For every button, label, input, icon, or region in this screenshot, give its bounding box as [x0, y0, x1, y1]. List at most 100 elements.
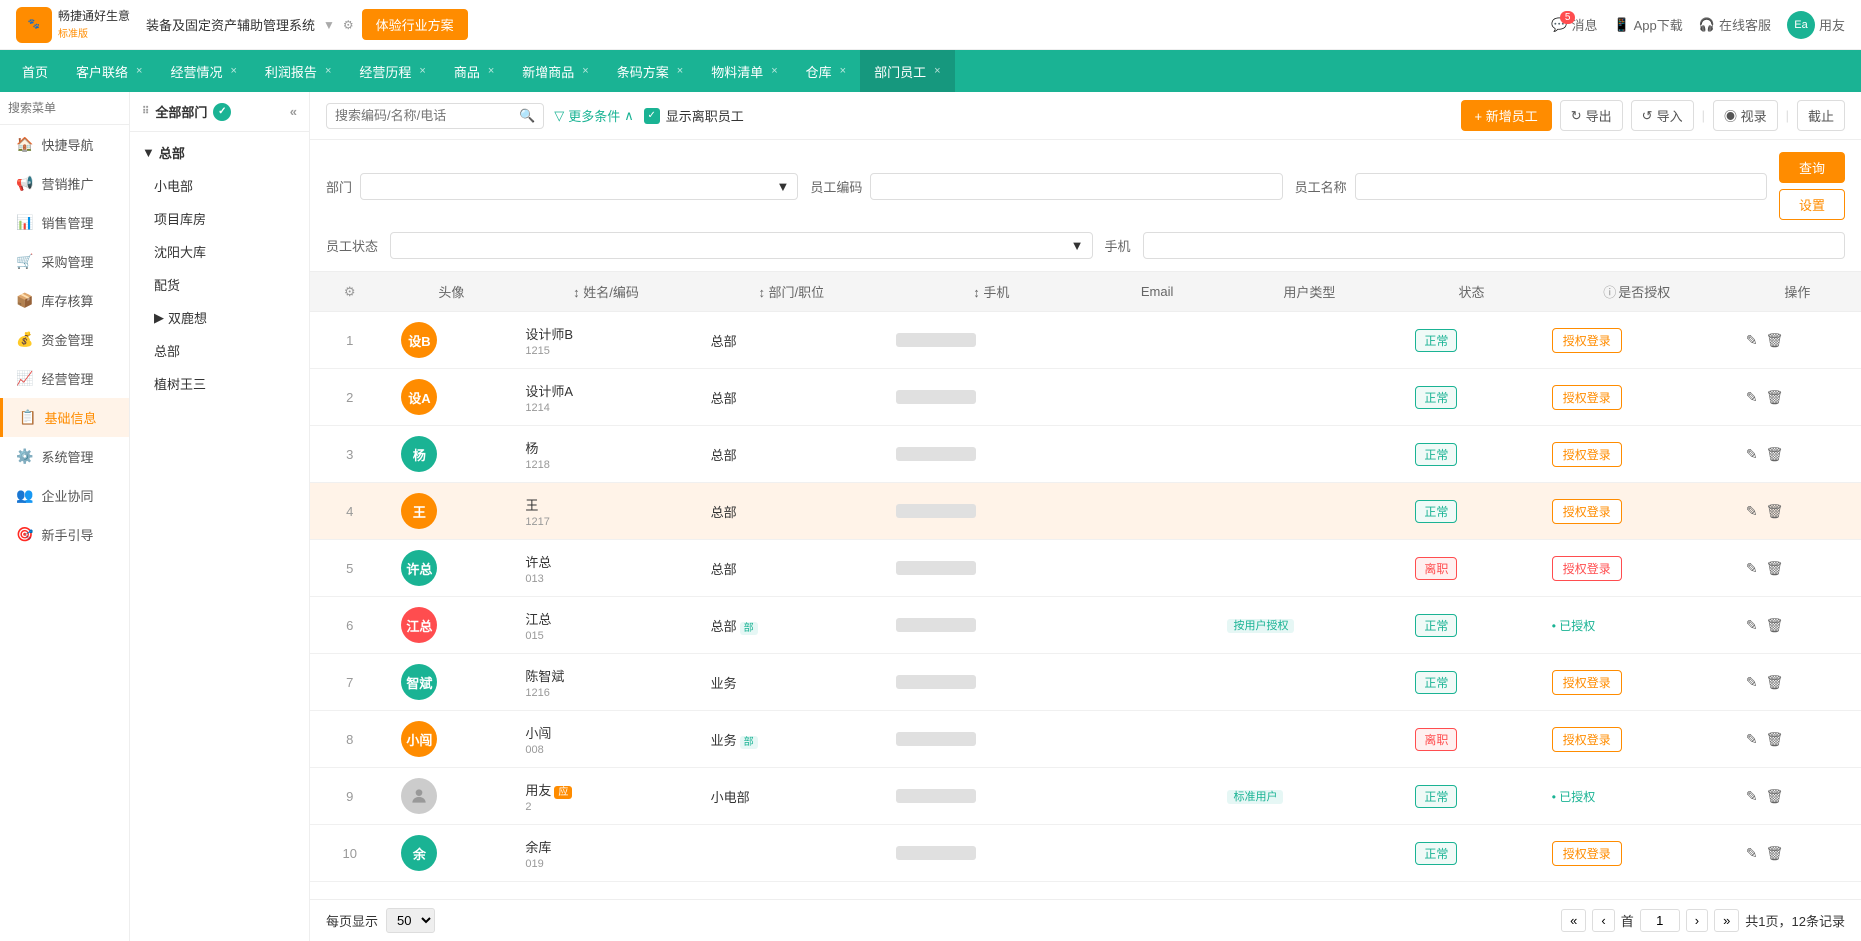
dept-item-delivery[interactable]: 配货 — [130, 268, 309, 301]
delete-icon[interactable]: 🗑 — [1766, 674, 1784, 691]
app-download-btn[interactable]: 📱 App下载 — [1613, 15, 1682, 34]
finance-icon: 💰 — [16, 331, 33, 348]
more-btn[interactable]: 截止 — [1797, 100, 1845, 131]
delete-icon[interactable]: 🗑 — [1766, 731, 1784, 748]
add-employee-btn[interactable]: + 新增员工 — [1461, 100, 1552, 131]
delete-icon[interactable]: 🗑 — [1766, 332, 1784, 349]
status-select[interactable]: ▼ — [390, 232, 1092, 259]
col-actions: 操作 — [1734, 272, 1861, 312]
delete-icon[interactable]: 🗑 — [1766, 845, 1784, 862]
view-btn[interactable]: ◉ 视录 — [1713, 100, 1778, 131]
cell-dept: 业务 — [699, 654, 884, 711]
set-btn[interactable]: 设置 — [1779, 189, 1845, 220]
edit-icon[interactable]: ✎ — [1746, 446, 1758, 463]
per-page-select[interactable]: 50 — [386, 908, 435, 933]
sidebar-item-basic[interactable]: 📋 基础信息 — [0, 398, 129, 437]
delete-icon[interactable]: 🗑 — [1766, 617, 1784, 634]
sidebar-item-collab[interactable]: 👥 企业协同 — [0, 476, 129, 515]
delete-icon[interactable]: 🗑 — [1766, 560, 1784, 577]
prev-page-btn[interactable]: ‹ — [1592, 909, 1614, 932]
more-filter-btn[interactable]: ▽ 更多条件 ∧ — [554, 106, 634, 125]
next-page-btn[interactable]: › — [1686, 909, 1708, 932]
edit-icon[interactable]: ✎ — [1746, 503, 1758, 520]
search-wrap[interactable]: 🔍 — [326, 103, 544, 129]
sidebar-search[interactable]: 🔍 — [0, 92, 129, 125]
search-input[interactable] — [335, 108, 515, 123]
dept-item-shenyang[interactable]: 沈阳大库 — [130, 235, 309, 268]
user-type: 标准用户 — [1227, 790, 1283, 804]
edit-icon[interactable]: ✎ — [1746, 845, 1758, 862]
tab-operation[interactable]: 经营情况 × — [156, 50, 250, 92]
edit-icon[interactable]: ✎ — [1746, 674, 1758, 691]
tab-goods[interactable]: 商品 × — [440, 50, 508, 92]
dept-item-project[interactable]: 项目库房 — [130, 202, 309, 235]
show-resigned-toggle[interactable]: ✓ 显示离职员工 — [644, 106, 744, 125]
resigned-checkbox[interactable]: ✓ — [644, 108, 660, 124]
sidebar-item-marketing[interactable]: 📢 营销推广 — [0, 164, 129, 203]
last-page-btn[interactable]: » — [1714, 909, 1739, 932]
edit-icon[interactable]: ✎ — [1746, 560, 1758, 577]
delete-icon[interactable]: 🗑 — [1766, 788, 1784, 805]
dept-item-xiaodian[interactable]: 小电部 — [130, 169, 309, 202]
user-btn[interactable]: Ea 用友 — [1787, 11, 1845, 39]
cell-phone — [884, 711, 1099, 768]
sidebar-item-management[interactable]: 📈 经营管理 — [0, 359, 129, 398]
tab-warehouse[interactable]: 仓库 × — [792, 50, 860, 92]
dept-item-root[interactable]: ▼ 总部 — [130, 136, 309, 169]
empname-input[interactable] — [1355, 173, 1767, 200]
page-input[interactable] — [1640, 909, 1680, 932]
online-service-btn[interactable]: 🎧 在线客服 — [1699, 15, 1771, 34]
sidebar-item-guide[interactable]: 🎯 新手引导 — [0, 515, 129, 554]
tab-barcode[interactable]: 条码方案 × — [603, 50, 697, 92]
sidebar-item-sales[interactable]: 📊 销售管理 — [0, 203, 129, 242]
tab-home[interactable]: 首页 — [8, 50, 62, 92]
sidebar-item-system[interactable]: ⚙️ 系统管理 — [0, 437, 129, 476]
edit-icon[interactable]: ✎ — [1746, 788, 1758, 805]
collapse-btn[interactable]: « — [290, 104, 297, 119]
delete-icon[interactable]: 🗑 — [1766, 503, 1784, 520]
first-page-btn[interactable]: « — [1561, 909, 1586, 932]
trial-btn[interactable]: 体验行业方案 — [362, 9, 468, 40]
employee-table: ⚙ 头像 ↕ 姓名/编码 ↕ 部门/职位 ↕ 手机 Email 用户类型 — [310, 272, 1861, 882]
import-btn[interactable]: ↺ 导入 — [1631, 100, 1694, 131]
gear-icon[interactable]: ⚙ — [343, 18, 354, 32]
message-btn[interactable]: 💬 5 消息 — [1551, 15, 1597, 34]
dept-item-zongbu[interactable]: 总部 — [130, 334, 309, 367]
tab-bom[interactable]: 物料清单 × — [697, 50, 791, 92]
auth-btn[interactable]: 授权登录 — [1552, 499, 1622, 524]
auth-btn[interactable]: 授权登录 — [1552, 556, 1622, 581]
sidebar-item-finance[interactable]: 💰 资金管理 — [0, 320, 129, 359]
cell-phone — [884, 312, 1099, 369]
edit-icon[interactable]: ✎ — [1746, 617, 1758, 634]
sidebar-item-purchase[interactable]: 🛒 采购管理 — [0, 242, 129, 281]
auth-btn[interactable]: 授权登录 — [1552, 442, 1622, 467]
auth-btn[interactable]: 授权登录 — [1552, 841, 1622, 866]
auth-btn[interactable]: 授权登录 — [1552, 670, 1622, 695]
tab-customer[interactable]: 客户联络 × — [62, 50, 156, 92]
sidebar-search-input[interactable] — [8, 101, 130, 115]
dept-item-plant[interactable]: 植树王三 — [130, 367, 309, 400]
empcode-input[interactable] — [870, 173, 1282, 200]
edit-icon[interactable]: ✎ — [1746, 731, 1758, 748]
sidebar-item-quick-nav[interactable]: 🏠 快捷导航 — [0, 125, 129, 164]
edit-icon[interactable]: ✎ — [1746, 332, 1758, 349]
query-btn[interactable]: 查询 — [1779, 152, 1845, 183]
delete-icon[interactable]: 🗑 — [1766, 389, 1784, 406]
export-btn[interactable]: ↻ 导出 — [1560, 100, 1623, 131]
tab-new-goods[interactable]: 新增商品 × — [508, 50, 602, 92]
cell-name: 江总 015 — [513, 597, 698, 654]
auth-btn[interactable]: 授权登录 — [1552, 385, 1622, 410]
auth-btn[interactable]: 授权登录 — [1552, 328, 1622, 353]
sidebar-item-inventory[interactable]: 📦 库存核算 — [0, 281, 129, 320]
cell-status: 正常 — [1403, 312, 1539, 369]
tab-profit[interactable]: 利润报告 × — [251, 50, 345, 92]
dept-select[interactable]: ▼ — [360, 173, 798, 200]
tab-department[interactable]: 部门员工 × — [860, 50, 954, 92]
tab-history[interactable]: 经营历程 × — [345, 50, 439, 92]
dept-item-shuanglu[interactable]: ▶ 双鹿想 — [130, 301, 309, 334]
col-gear[interactable]: ⚙ — [310, 272, 389, 312]
delete-icon[interactable]: 🗑 — [1766, 446, 1784, 463]
edit-icon[interactable]: ✎ — [1746, 389, 1758, 406]
phone-input[interactable] — [1143, 232, 1845, 259]
auth-btn[interactable]: 授权登录 — [1552, 727, 1622, 752]
